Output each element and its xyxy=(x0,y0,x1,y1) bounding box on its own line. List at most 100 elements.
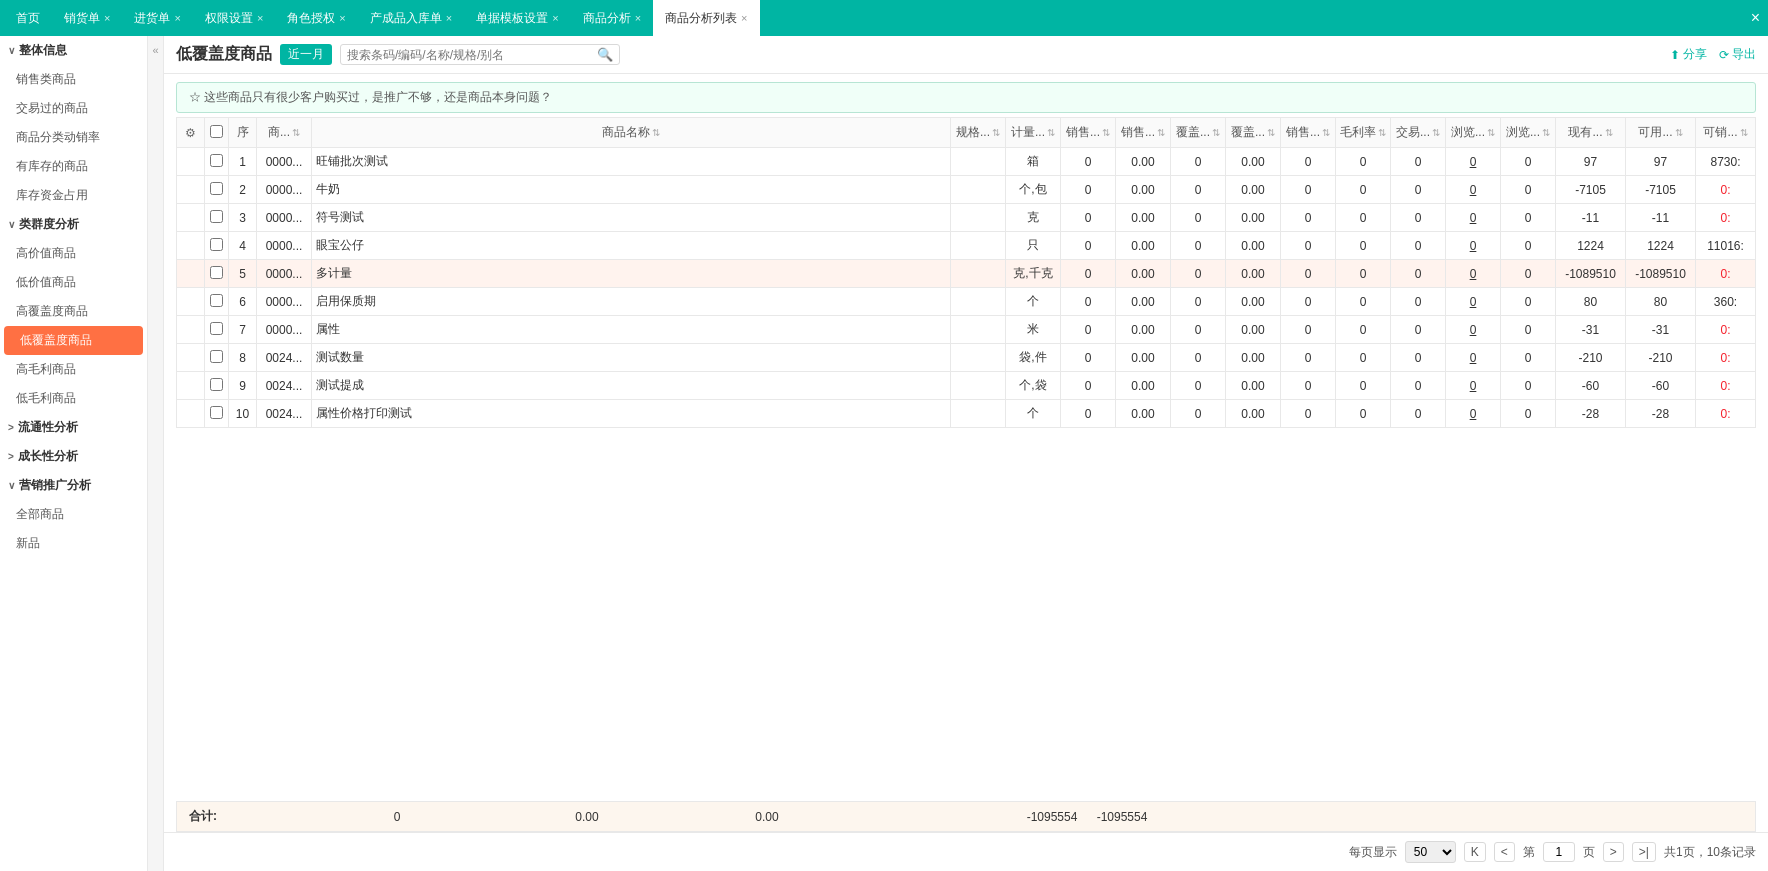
close-icon[interactable]: × xyxy=(174,12,180,24)
col-cover1[interactable]: 覆盖...⇅ xyxy=(1171,118,1226,148)
nav-tab-inventory[interactable]: 产成品入库单 × xyxy=(358,0,464,36)
settings-icon[interactable]: ⚙ xyxy=(185,126,196,140)
share-button[interactable]: ⬆ 分享 xyxy=(1670,46,1707,63)
period-button[interactable]: 近一月 xyxy=(280,44,332,65)
cell-browse1[interactable]: 0 xyxy=(1446,204,1501,232)
cell-trade: 0 xyxy=(1391,148,1446,176)
cell-checkbox[interactable] xyxy=(205,316,229,344)
sidebar-item-category-rate[interactable]: 商品分类动销率 xyxy=(0,123,147,152)
sidebar-section-marketing[interactable]: ∨ 营销推广分析 xyxy=(0,471,147,500)
col-code[interactable]: 商...⇅ xyxy=(257,118,312,148)
sidebar-item-stock-goods[interactable]: 有库存的商品 xyxy=(0,152,147,181)
cell-browse1[interactable]: 0 xyxy=(1446,232,1501,260)
nav-tab-permissions[interactable]: 权限设置 × xyxy=(193,0,275,36)
last-page-button[interactable]: >| xyxy=(1632,842,1656,862)
col-sales3[interactable]: 销售...⇅ xyxy=(1281,118,1336,148)
sidebar-item-high-margin[interactable]: 高毛利商品 xyxy=(0,355,147,384)
nav-tab-home[interactable]: 首页 xyxy=(4,0,52,36)
nav-tab-analysis[interactable]: 商品分析 × xyxy=(571,0,653,36)
col-browse2[interactable]: 浏览...⇅ xyxy=(1501,118,1556,148)
col-unit[interactable]: 计量...⇅ xyxy=(1006,118,1061,148)
close-icon[interactable]: × xyxy=(635,12,641,24)
cell-browse1[interactable]: 0 xyxy=(1446,148,1501,176)
col-trade[interactable]: 交易...⇅ xyxy=(1391,118,1446,148)
row-checkbox[interactable] xyxy=(210,294,223,307)
close-icon[interactable]: × xyxy=(446,12,452,24)
search-input[interactable] xyxy=(347,48,597,62)
close-icon[interactable]: × xyxy=(741,12,747,24)
cell-checkbox[interactable] xyxy=(205,204,229,232)
nav-tab-purchase[interactable]: 进货单 × xyxy=(122,0,192,36)
close-all-button[interactable]: × xyxy=(1751,9,1760,27)
sidebar-item-low-value[interactable]: 低价值商品 xyxy=(0,268,147,297)
col-saleable[interactable]: 可销...⇅ xyxy=(1696,118,1756,148)
next-page-button[interactable]: > xyxy=(1603,842,1624,862)
sidebar-item-high-coverage[interactable]: 高覆盖度商品 xyxy=(0,297,147,326)
col-browse1[interactable]: 浏览...⇅ xyxy=(1446,118,1501,148)
sidebar-item-sales-goods[interactable]: 销售类商品 xyxy=(0,65,147,94)
col-spec[interactable]: 规格...⇅ xyxy=(951,118,1006,148)
nav-tab-template[interactable]: 单据模板设置 × xyxy=(464,0,570,36)
row-checkbox[interactable] xyxy=(210,406,223,419)
data-table-container[interactable]: ⚙ 序 商...⇅ 商品名称⇅ 规格...⇅ 计量...⇅ 销售...⇅ 销售.… xyxy=(176,117,1756,801)
close-icon[interactable]: × xyxy=(552,12,558,24)
sidebar-item-new-goods[interactable]: 新品 xyxy=(0,529,147,558)
col-name[interactable]: 商品名称⇅ xyxy=(312,118,951,148)
prev-page-button[interactable]: < xyxy=(1494,842,1515,862)
cell-browse1[interactable]: 0 xyxy=(1446,288,1501,316)
col-cover2[interactable]: 覆盖...⇅ xyxy=(1226,118,1281,148)
sidebar-toggle-button[interactable]: « xyxy=(148,36,164,871)
first-page-button[interactable]: K xyxy=(1464,842,1486,862)
cell-browse1[interactable]: 0 xyxy=(1446,344,1501,372)
sidebar-item-traded-goods[interactable]: 交易过的商品 xyxy=(0,94,147,123)
select-all-checkbox[interactable] xyxy=(210,125,223,138)
cell-browse1[interactable]: 0 xyxy=(1446,260,1501,288)
col-sales1[interactable]: 销售...⇅ xyxy=(1061,118,1116,148)
sidebar-item-high-value[interactable]: 高价值商品 xyxy=(0,239,147,268)
cell-checkbox[interactable] xyxy=(205,148,229,176)
nav-tab-sales[interactable]: 销货单 × xyxy=(52,0,122,36)
page-number-input[interactable] xyxy=(1543,842,1575,862)
col-sales2[interactable]: 销售...⇅ xyxy=(1116,118,1171,148)
close-icon[interactable]: × xyxy=(257,12,263,24)
sidebar-item-low-coverage[interactable]: 低覆盖度商品 xyxy=(4,326,143,355)
row-checkbox[interactable] xyxy=(210,210,223,223)
sidebar-section-overview[interactable]: ∨ 整体信息 xyxy=(0,36,147,65)
sidebar-section-circulation[interactable]: > 流通性分析 xyxy=(0,413,147,442)
cell-checkbox[interactable] xyxy=(205,260,229,288)
col-margin[interactable]: 毛利率⇅ xyxy=(1336,118,1391,148)
col-checkbox[interactable] xyxy=(205,118,229,148)
nav-tab-analysis-list[interactable]: 商品分析列表 × xyxy=(653,0,759,36)
cell-checkbox[interactable] xyxy=(205,372,229,400)
row-checkbox[interactable] xyxy=(210,350,223,363)
cell-browse1[interactable]: 0 xyxy=(1446,372,1501,400)
row-checkbox[interactable] xyxy=(210,182,223,195)
cell-checkbox[interactable] xyxy=(205,288,229,316)
cell-checkbox[interactable] xyxy=(205,176,229,204)
row-checkbox[interactable] xyxy=(210,238,223,251)
sidebar-section-cluster[interactable]: ∨ 类群度分析 xyxy=(0,210,147,239)
export-button[interactable]: ⟳ 导出 xyxy=(1719,46,1756,63)
cell-checkbox[interactable] xyxy=(205,400,229,428)
cell-checkbox[interactable] xyxy=(205,344,229,372)
row-checkbox[interactable] xyxy=(210,154,223,167)
row-checkbox[interactable] xyxy=(210,322,223,335)
sidebar-section-growth[interactable]: > 成长性分析 xyxy=(0,442,147,471)
search-icon[interactable]: 🔍 xyxy=(597,47,613,62)
cell-browse1[interactable]: 0 xyxy=(1446,400,1501,428)
sidebar-item-all-goods[interactable]: 全部商品 xyxy=(0,500,147,529)
col-available[interactable]: 可用...⇅ xyxy=(1626,118,1696,148)
close-icon[interactable]: × xyxy=(339,12,345,24)
close-icon[interactable]: × xyxy=(104,12,110,24)
per-page-select[interactable]: 50 10 20 100 xyxy=(1405,841,1456,863)
col-current[interactable]: 现有...⇅ xyxy=(1556,118,1626,148)
cell-browse1[interactable]: 0 xyxy=(1446,176,1501,204)
cell-browse1[interactable]: 0 xyxy=(1446,316,1501,344)
col-settings[interactable]: ⚙ xyxy=(177,118,205,148)
row-checkbox[interactable] xyxy=(210,378,223,391)
sidebar-item-stock-capital[interactable]: 库存资金占用 xyxy=(0,181,147,210)
cell-checkbox[interactable] xyxy=(205,232,229,260)
nav-tab-roles[interactable]: 角色授权 × xyxy=(275,0,357,36)
row-checkbox[interactable] xyxy=(210,266,223,279)
sidebar-item-low-margin[interactable]: 低毛利商品 xyxy=(0,384,147,413)
